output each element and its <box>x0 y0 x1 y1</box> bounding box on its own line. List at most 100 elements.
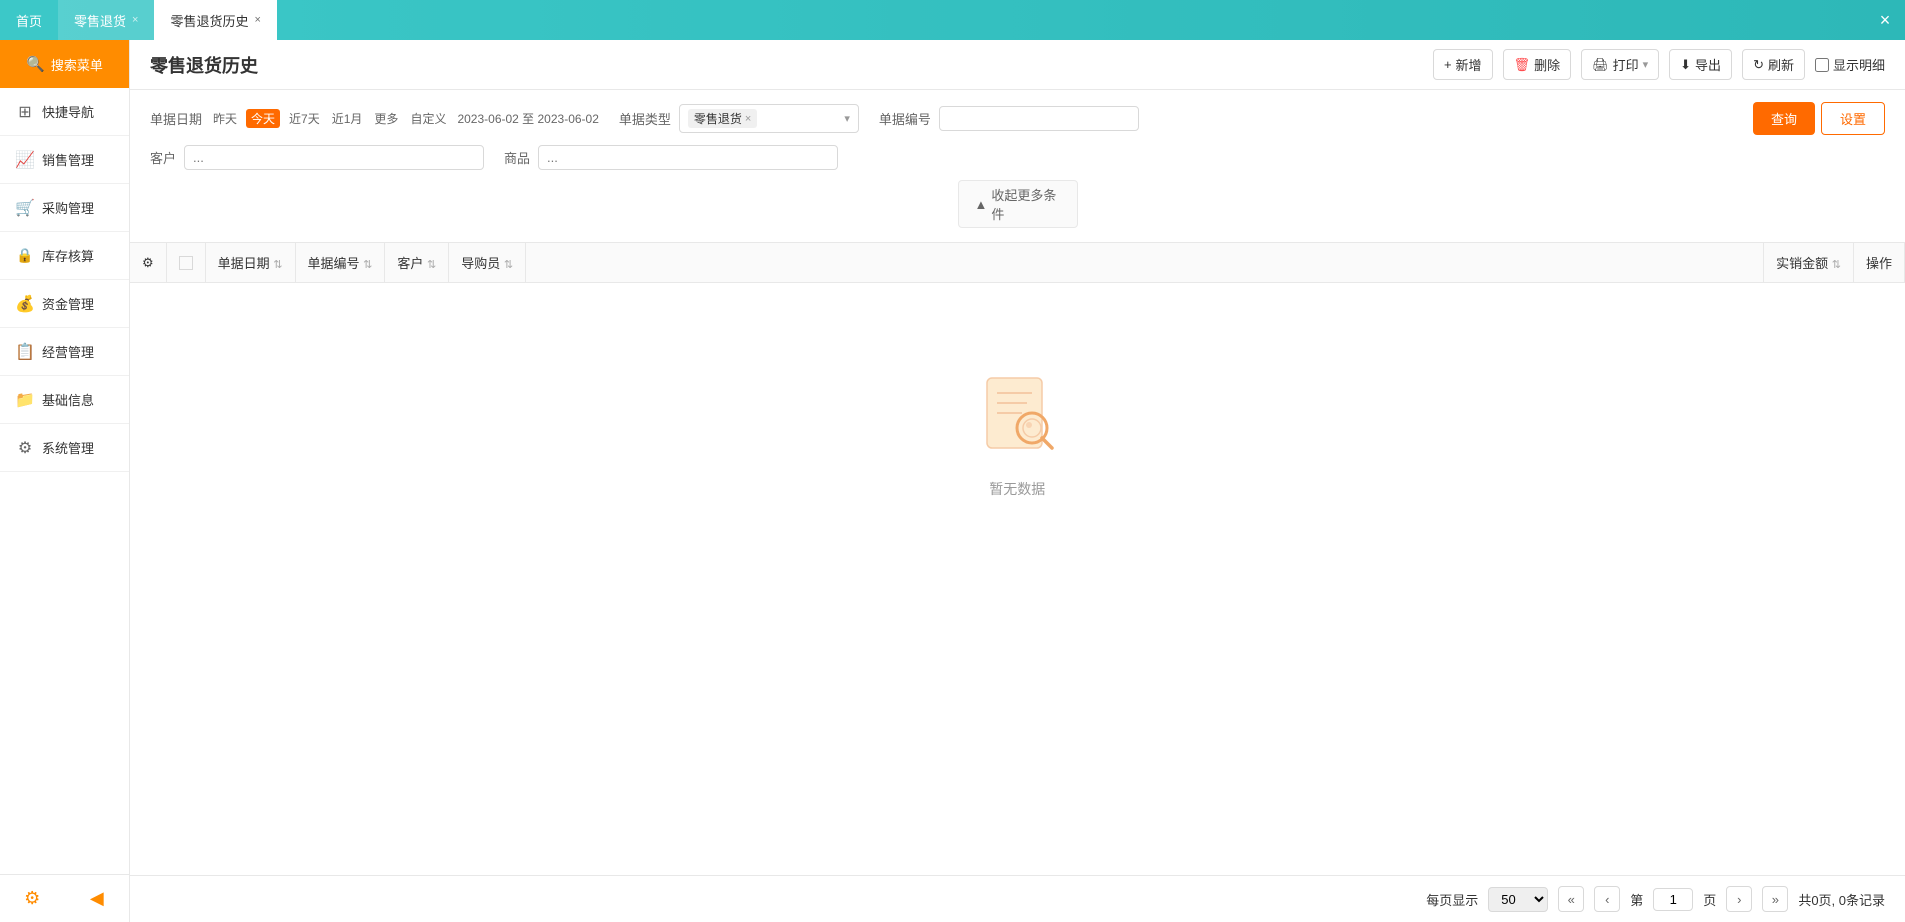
th-guide-label: 导购员 <box>461 256 500 271</box>
prev-page-button[interactable]: ‹ <box>1594 886 1620 912</box>
tab-retail-return-close[interactable]: × <box>132 14 138 26</box>
date-shortcut-yesterday[interactable]: 昨天 <box>210 109 240 128</box>
empty-state-text: 暂无数据 <box>989 479 1045 499</box>
date-shortcut-more[interactable]: 更多 <box>371 109 401 128</box>
th-action-label: 操作 <box>1866 256 1892 271</box>
collapse-arrow-icon: ◀ <box>90 888 104 909</box>
collapse-button[interactable]: ▲ 收起更多条件 <box>958 180 1078 228</box>
sidebar-item-system-mgmt[interactable]: ⚙ 系统管理 <box>0 424 129 472</box>
date-shortcut-custom[interactable]: 自定义 <box>407 109 449 128</box>
sidebar-item-sales-mgmt[interactable]: 📈 销售管理 <box>0 136 129 184</box>
page-title: 零售退货历史 <box>150 52 258 78</box>
sidebar-search[interactable]: 🔍 搜索菜单 <box>0 40 129 88</box>
window-close-button[interactable]: × <box>1865 0 1905 40</box>
chevron-up-icon: ▲ <box>975 197 988 212</box>
sidebar-collapse-button[interactable]: ◀ <box>65 875 130 922</box>
customer-sort-icon: ⇅ <box>427 259 436 271</box>
print-icon: 🖨 <box>1592 57 1609 73</box>
doc-no-label: 单据编号 <box>879 109 931 128</box>
th-actual-amount[interactable]: 实销金额 ⇅ <box>1764 243 1854 283</box>
data-table: ⚙ 单据日期 ⇅ 单据编号 ⇅ <box>130 243 1905 579</box>
tab-retail-return-history[interactable]: 零售退货历史 × <box>154 0 276 40</box>
goods-input[interactable] <box>538 145 838 170</box>
th-customer[interactable]: 客户 ⇅ <box>385 243 449 283</box>
th-actual-amount-label: 实销金额 <box>1776 256 1828 271</box>
doc-type-dropdown-icon: ▾ <box>844 112 850 125</box>
doc-type-label: 单据类型 <box>619 109 671 128</box>
total-records-label: 共0页, 0条记录 <box>1798 890 1885 909</box>
search-icon: 🔍 <box>26 55 45 73</box>
doc-type-tag-text: 零售退货 <box>694 110 742 127</box>
th-doc-no[interactable]: 单据编号 ⇅ <box>295 243 385 283</box>
settings-button[interactable]: 设置 <box>1821 102 1885 135</box>
sidebar-item-purchase-mgmt[interactable]: 🛒 采购管理 <box>0 184 129 232</box>
sidebar-item-operations[interactable]: 📋 经营管理 <box>0 328 129 376</box>
table-settings-icon[interactable]: ⚙ <box>142 255 154 270</box>
first-page-button[interactable]: « <box>1558 886 1584 912</box>
date-shortcut-today[interactable]: 今天 <box>246 109 280 128</box>
delete-button[interactable]: 🗑 删除 <box>1503 49 1572 80</box>
show-detail-checkbox[interactable] <box>1815 58 1829 72</box>
doc-type-tag-close[interactable]: × <box>745 113 751 125</box>
empty-state: 暂无数据 <box>130 283 1905 579</box>
tab-home[interactable]: 首页 <box>0 0 58 40</box>
doc-type-select[interactable]: 零售退货 × ▾ <box>679 104 859 133</box>
collapse-button-label: 收起更多条件 <box>991 185 1060 223</box>
th-settings[interactable]: ⚙ <box>130 243 166 283</box>
refresh-icon: ↻ <box>1753 57 1764 73</box>
last-page-button[interactable]: » <box>1762 886 1788 912</box>
sidebar-settings-button[interactable]: ⚙ <box>0 875 65 922</box>
doc-no-filter: 单据编号 <box>879 106 1139 131</box>
sidebar-item-inventory-label: 库存核算 <box>42 246 94 265</box>
th-action: 操作 <box>1853 243 1904 283</box>
basic-info-icon: 📁 <box>16 391 34 409</box>
new-button-label: 新增 <box>1456 55 1482 74</box>
export-button-label: 导出 <box>1695 55 1721 74</box>
doc-no-input[interactable] <box>939 106 1139 131</box>
retail-return-history-tab-label: 零售退货历史 <box>170 11 248 30</box>
pagination-bar: 每页显示 50 100 200 « ‹ 第 页 › » 共0页, 0条记录 <box>130 875 1905 922</box>
date-shortcut-1month[interactable]: 近1月 <box>329 109 366 128</box>
sidebar-item-basic-info-label: 基础信息 <box>42 390 94 409</box>
refresh-button[interactable]: ↻ 刷新 <box>1742 49 1805 80</box>
header-checkbox[interactable] <box>179 256 193 270</box>
system-mgmt-icon: ⚙ <box>16 439 34 457</box>
show-detail-text: 显示明细 <box>1833 55 1885 74</box>
sidebar-item-quick-nav-label: 快捷导航 <box>42 102 94 121</box>
page-number-input[interactable] <box>1653 888 1693 911</box>
doc-date-sort-icon: ⇅ <box>273 259 282 271</box>
sidebar-item-finance[interactable]: 💰 资金管理 <box>0 280 129 328</box>
inventory-icon: 🔒 <box>16 247 34 265</box>
tab-retail-return[interactable]: 零售退货 × <box>58 0 154 40</box>
operations-icon: 📋 <box>16 343 34 361</box>
refresh-button-label: 刷新 <box>1768 55 1794 74</box>
next-page-button[interactable]: › <box>1726 886 1752 912</box>
th-guide[interactable]: 导购员 ⇅ <box>449 243 526 283</box>
per-page-select[interactable]: 50 100 200 <box>1488 887 1548 912</box>
query-button[interactable]: 查询 <box>1753 102 1815 135</box>
tab-retail-return-history-close[interactable]: × <box>254 14 260 26</box>
goods-filter-label: 商品 <box>504 148 530 167</box>
export-button[interactable]: ⬇ 导出 <box>1669 49 1732 80</box>
query-button-label: 查询 <box>1771 112 1797 127</box>
customer-filter: 客户 <box>150 145 484 170</box>
date-shortcut-7days[interactable]: 近7天 <box>286 109 323 128</box>
export-icon: ⬇ <box>1680 57 1691 73</box>
print-button[interactable]: 🖨 打印 ▾ <box>1581 49 1659 80</box>
sidebar-item-quick-nav[interactable]: ⊞ 快捷导航 <box>0 88 129 136</box>
page-header: 零售退货历史 + 新增 🗑 删除 🖨 打印 ▾ ⬇ 导出 <box>130 40 1905 90</box>
sidebar-item-basic-info[interactable]: 📁 基础信息 <box>0 376 129 424</box>
delete-icon: 🗑 <box>1514 57 1531 73</box>
th-doc-date[interactable]: 单据日期 ⇅ <box>205 243 295 283</box>
sidebar-item-sales-mgmt-label: 销售管理 <box>42 150 94 169</box>
empty-state-icon <box>967 363 1067 463</box>
guide-sort-icon: ⇅ <box>504 259 513 271</box>
th-checkbox[interactable] <box>166 243 205 283</box>
per-page-label: 每页显示 <box>1426 890 1478 909</box>
sidebar-item-inventory[interactable]: 🔒 库存核算 <box>0 232 129 280</box>
doc-no-sort-icon: ⇅ <box>363 259 372 271</box>
print-dropdown-arrow-icon: ▾ <box>1643 58 1649 71</box>
sidebar-item-operations-label: 经营管理 <box>42 342 94 361</box>
new-button[interactable]: + 新增 <box>1433 49 1493 80</box>
customer-input[interactable] <box>184 145 484 170</box>
